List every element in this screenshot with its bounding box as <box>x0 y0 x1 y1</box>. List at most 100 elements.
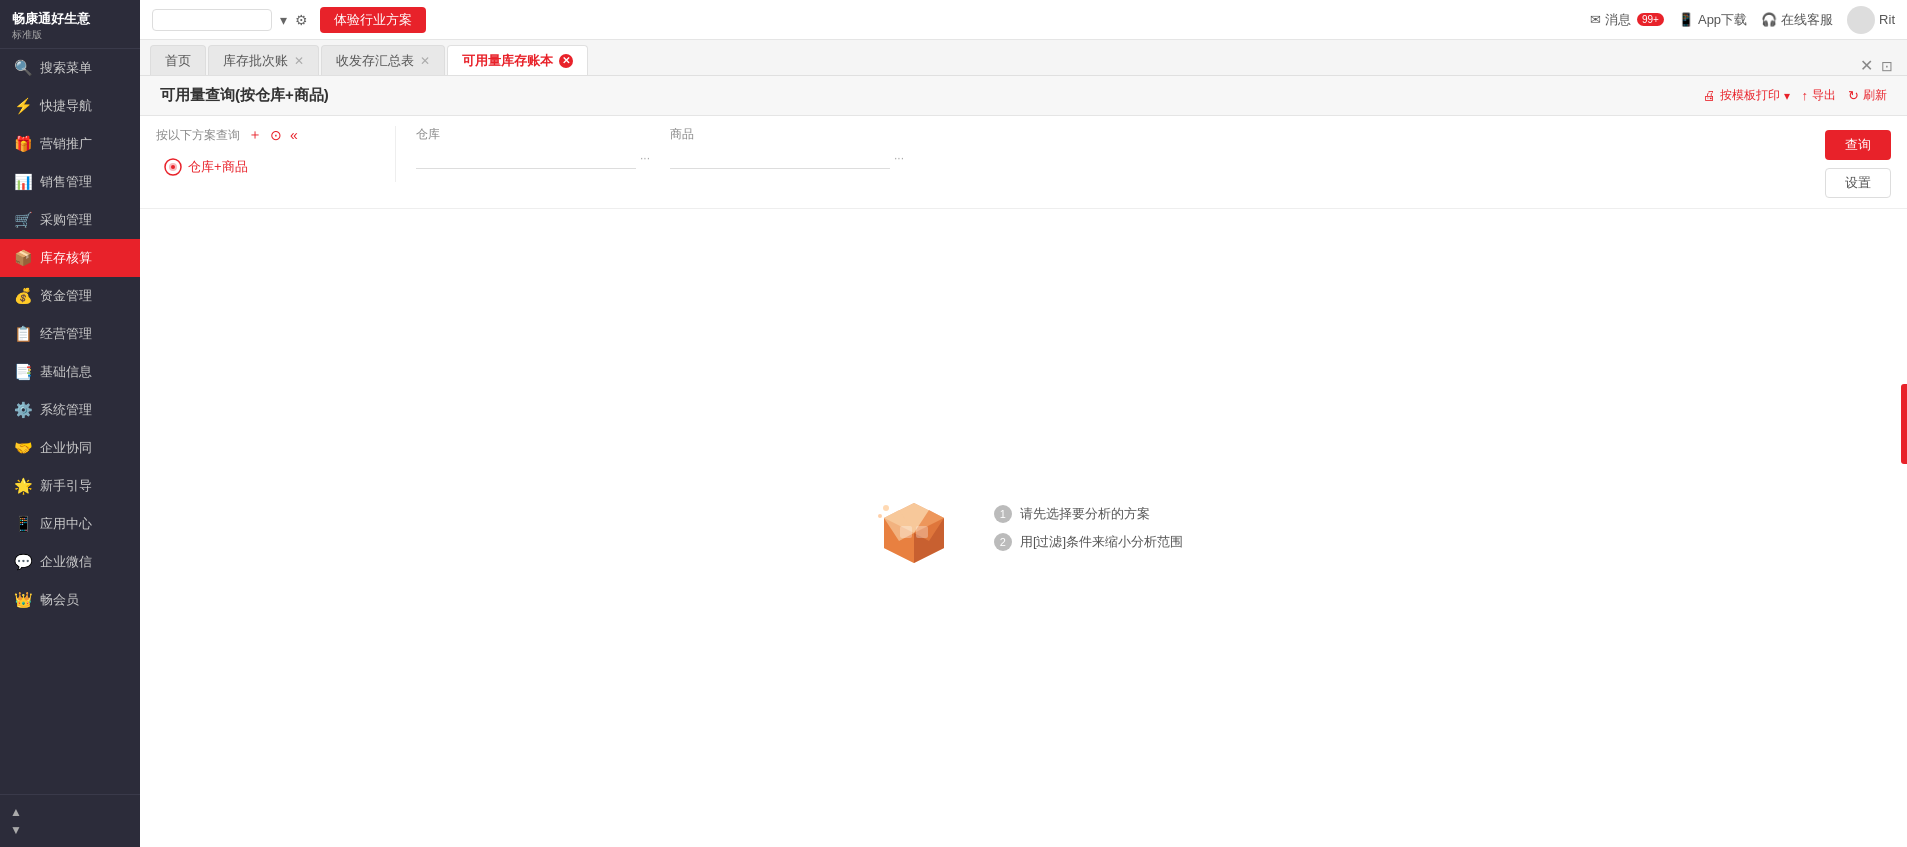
sidebar-label-purchase: 采购管理 <box>40 211 92 229</box>
sidebar-icon-member: 👑 <box>14 591 32 609</box>
sidebar-icon-basics: 📑 <box>14 363 32 381</box>
sidebar-item-purchase[interactable]: 🛒采购管理 <box>0 201 140 239</box>
scheme-item-label: 仓库+商品 <box>188 158 248 176</box>
topbar-right: ✉ 消息 99+ 📱 App下载 🎧 在线客服 Rit <box>1590 6 1895 34</box>
sidebar-item-marketing[interactable]: 🎁营销推广 <box>0 125 140 163</box>
settings-button[interactable]: 设置 <box>1825 168 1891 198</box>
empty-cube-svg <box>864 478 964 578</box>
sidebar-label-basics: 基础信息 <box>40 363 92 381</box>
goods-label: 商品 <box>670 126 904 143</box>
page-title: 可用量查询(按仓库+商品) <box>160 86 329 105</box>
goods-filter: 商品 ··· <box>670 126 904 169</box>
topbar-dropdown-button[interactable]: ▾ <box>280 12 287 28</box>
query-area: 按以下方案查询 ＋ ⊙ « 仓库+商品 仓库 <box>140 116 1907 209</box>
scheme-item-warehouse-goods[interactable]: 仓库+商品 <box>156 152 379 182</box>
sidebar-item-system[interactable]: ⚙️系统管理 <box>0 391 140 429</box>
filter-area: 仓库 ··· 商品 ··· <box>396 126 1825 169</box>
message-icon: ✉ <box>1590 12 1601 27</box>
topbar-online-service[interactable]: 🎧 在线客服 <box>1761 11 1833 29</box>
query-button[interactable]: 查询 <box>1825 130 1891 160</box>
sidebar-icon-shortcut: ⚡ <box>14 97 32 115</box>
topbar-app-download[interactable]: 📱 App下载 <box>1678 11 1747 29</box>
sidebar-icon-wechat: 💬 <box>14 553 32 571</box>
manage-scheme-icon[interactable]: ⊙ <box>270 127 282 143</box>
goods-more-icon[interactable]: ··· <box>894 151 904 165</box>
svg-rect-9 <box>900 526 912 538</box>
empty-tip-2: 2 用[过滤]条件来缩小分析范围 <box>994 533 1183 551</box>
scheme-title: 按以下方案查询 ＋ ⊙ « <box>156 126 379 144</box>
sidebar-icon-sales: 📊 <box>14 173 32 191</box>
topbar-user[interactable]: Rit <box>1847 6 1895 34</box>
add-scheme-icon[interactable]: ＋ <box>248 126 262 144</box>
sidebar-label-operations: 经营管理 <box>40 325 92 343</box>
sidebar-icon-appstore: 📱 <box>14 515 32 533</box>
tab-batch-ledger[interactable]: 库存批次账✕ <box>208 45 319 75</box>
sidebar-nav: 🔍搜索菜单⚡快捷导航🎁营销推广 📊 销售管理 🛒采购管理📦库存核算💰资金管理 📋 经营管理… <box>0 49 140 794</box>
sidebar-icon-system: ⚙️ <box>14 401 32 419</box>
sidebar-item-sales[interactable]: 📊 销售管理 <box>0 163 140 201</box>
close-tab-available-ledger-icon[interactable]: ✕ <box>559 54 573 68</box>
topbar-search-input[interactable] <box>152 9 272 31</box>
sidebar-item-member[interactable]: 👑畅会员 <box>0 581 140 619</box>
sidebar-item-basics[interactable]: 📑 基础信息 <box>0 353 140 391</box>
warehouse-input[interactable] <box>416 147 636 169</box>
tip-2-number: 2 <box>994 533 1012 551</box>
message-badge: 99+ <box>1637 13 1664 26</box>
refresh-button[interactable]: ↻ 刷新 <box>1848 87 1887 104</box>
empty-box: 1 请先选择要分析的方案 2 用[过滤]条件来缩小分析范围 <box>864 478 1183 578</box>
export-icon: ↑ <box>1802 88 1809 103</box>
right-scroll-indicator[interactable] <box>1901 384 1907 464</box>
sidebar-label-enterprise: 企业协同 <box>40 439 92 457</box>
online-service-label: 在线客服 <box>1781 11 1833 29</box>
sidebar-item-appstore[interactable]: 📱应用中心 <box>0 505 140 543</box>
tab-receipt-summary[interactable]: 收发存汇总表✕ <box>321 45 445 75</box>
refresh-label: 刷新 <box>1863 87 1887 104</box>
sidebar-item-operations[interactable]: 📋 经营管理 <box>0 315 140 353</box>
topbar-message[interactable]: ✉ 消息 99+ <box>1590 11 1664 29</box>
sidebar-scroll-down[interactable]: ▼ <box>0 821 140 839</box>
export-label: 导出 <box>1812 87 1836 104</box>
sidebar-item-inventory[interactable]: 📦库存核算 <box>0 239 140 277</box>
svg-rect-10 <box>916 526 928 538</box>
sidebar-header: 畅康通好生意 标准版 <box>0 0 140 49</box>
content-area: 可用量查询(按仓库+商品) 🖨 按模板打印 ▾ ↑ 导出 ↻ 刷新 <box>140 76 1907 847</box>
sidebar-item-newbie[interactable]: 🌟新手引导 <box>0 467 140 505</box>
sidebar-item-finance[interactable]: 💰资金管理 <box>0 277 140 315</box>
user-name: Rit <box>1879 12 1895 27</box>
tab-home[interactable]: 首页 <box>150 45 206 75</box>
expand-icon[interactable]: ⊡ <box>1881 58 1893 74</box>
sidebar-item-enterprise[interactable]: 🤝企业协同 <box>0 429 140 467</box>
empty-tips: 1 请先选择要分析的方案 2 用[过滤]条件来缩小分析范围 <box>994 505 1183 551</box>
tip-1-text: 请先选择要分析的方案 <box>1020 505 1150 523</box>
sidebar-icon-marketing: 🎁 <box>14 135 32 153</box>
close-tab-batch-ledger-icon[interactable]: ✕ <box>294 54 304 68</box>
export-button[interactable]: ↑ 导出 <box>1802 87 1837 104</box>
sidebar-item-wechat[interactable]: 💬企业微信 <box>0 543 140 581</box>
tab-available-ledger[interactable]: 可用量库存账本 ✕ <box>447 45 588 75</box>
empty-tip-1: 1 请先选择要分析的方案 <box>994 505 1183 523</box>
topbar-industry-button[interactable]: 体验行业方案 <box>320 7 426 33</box>
scheme-panel: 按以下方案查询 ＋ ⊙ « 仓库+商品 <box>156 126 396 182</box>
collapse-scheme-icon[interactable]: « <box>290 127 298 143</box>
phone-icon: 📱 <box>1678 12 1694 27</box>
page-header: 可用量查询(按仓库+商品) 🖨 按模板打印 ▾ ↑ 导出 ↻ 刷新 <box>140 76 1907 116</box>
topbar: ▾ ⚙ 体验行业方案 ✉ 消息 99+ 📱 App下载 🎧 在线客服 Rit <box>140 0 1907 40</box>
warehouse-more-icon[interactable]: ··· <box>640 151 650 165</box>
svg-point-2 <box>171 165 175 169</box>
close-all-tabs-icon[interactable]: ✕ <box>1860 56 1873 75</box>
goods-input[interactable] <box>670 147 890 169</box>
sidebar-label-search: 搜索菜单 <box>40 59 92 77</box>
tab-label-available-ledger: 可用量库存账本 <box>462 52 553 70</box>
print-label: 按模板打印 <box>1720 87 1780 104</box>
sidebar-scroll-up[interactable]: ▲ <box>0 803 140 821</box>
print-dropdown-icon: ▾ <box>1784 89 1790 103</box>
sidebar-label-sales: 销售管理 <box>40 173 92 191</box>
sidebar-icon-operations: 📋 <box>14 325 32 343</box>
sidebar: 畅康通好生意 标准版 🔍搜索菜单⚡快捷导航🎁营销推广 📊 销售管理 🛒采购管理📦库存核… <box>0 0 140 847</box>
sidebar-item-shortcut[interactable]: ⚡快捷导航 <box>0 87 140 125</box>
print-button[interactable]: 🖨 按模板打印 ▾ <box>1703 87 1790 104</box>
close-tab-receipt-summary-icon[interactable]: ✕ <box>420 54 430 68</box>
topbar-gear-icon[interactable]: ⚙ <box>295 12 308 28</box>
sidebar-item-search[interactable]: 🔍搜索菜单 <box>0 49 140 87</box>
goods-input-wrapper: ··· <box>670 147 904 169</box>
